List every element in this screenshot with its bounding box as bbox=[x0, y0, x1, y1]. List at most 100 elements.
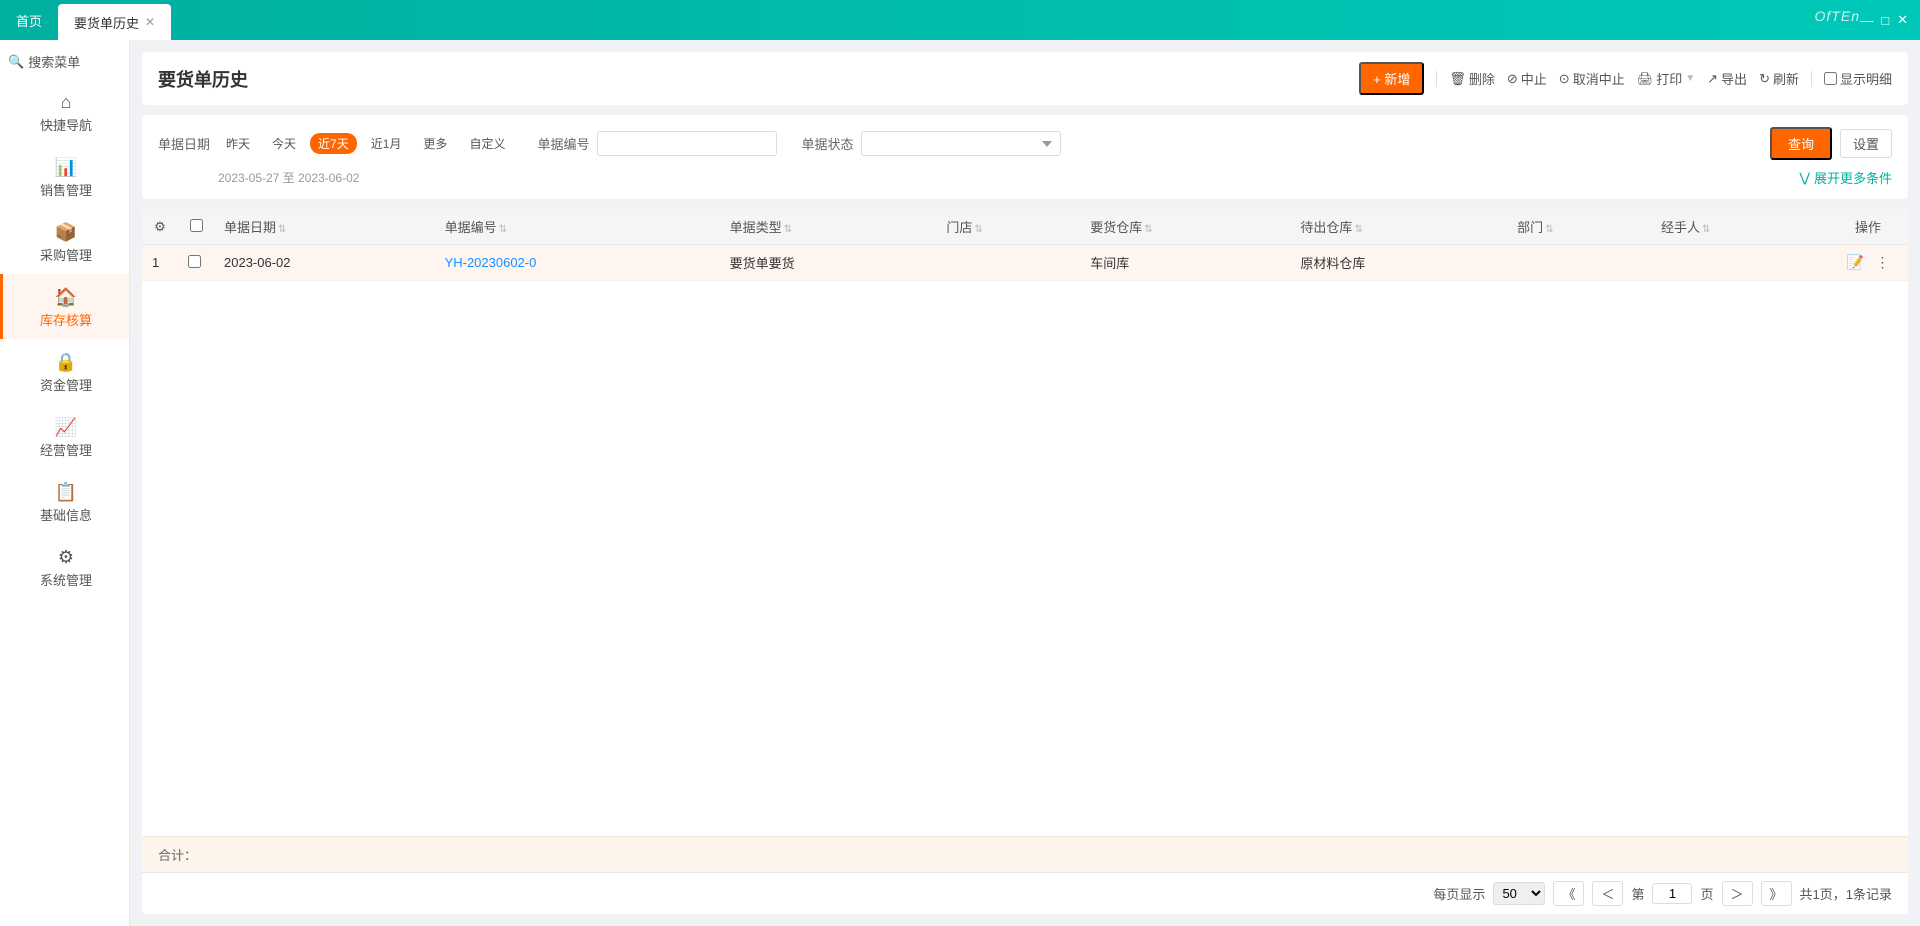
row-date: 2023-06-02 bbox=[214, 245, 435, 281]
th-settings[interactable]: ⚙ bbox=[142, 209, 178, 245]
row-type: 要货单要货 bbox=[720, 245, 937, 281]
sidebar-item-label: 库存核算 bbox=[40, 310, 92, 329]
print-chevron-icon: ▼ bbox=[1685, 73, 1695, 84]
print-button[interactable]: 🖨 打印 ▼ bbox=[1637, 69, 1695, 88]
row-more-icon[interactable]: ⋮ bbox=[1872, 252, 1894, 272]
operation-icon: 📈 bbox=[55, 418, 77, 436]
date-btn-today[interactable]: 今天 bbox=[264, 133, 304, 154]
filter-row-2: 2023-05-27 至 2023-06-02 ⋁ 展开更多条件 bbox=[158, 168, 1892, 187]
new-button[interactable]: + 新增 bbox=[1359, 62, 1424, 95]
row-warehouse: 车间库 bbox=[1080, 245, 1290, 281]
th-date[interactable]: 单据日期⇅ bbox=[214, 209, 435, 245]
stop-button[interactable]: ⊘ 中止 bbox=[1507, 69, 1547, 88]
sidebar-item-label: 快捷导航 bbox=[40, 115, 92, 134]
page-number-input[interactable] bbox=[1652, 883, 1692, 904]
row-store bbox=[936, 245, 1080, 281]
expand-more-btn[interactable]: ⋁ 展开更多条件 bbox=[1799, 168, 1892, 187]
th-handler-label: 经手人 bbox=[1661, 220, 1700, 235]
display-detail-checkbox[interactable] bbox=[1824, 72, 1837, 85]
sidebar-item-label: 经营管理 bbox=[40, 440, 92, 459]
date-filter-label: 单据日期 bbox=[158, 134, 210, 153]
table-wrapper: ⚙ 单据日期⇅ 单据编号⇅ 单据类型⇅ 门店⇅ 要货仓库⇅ 待出仓库⇅ 部门⇅ … bbox=[142, 209, 1908, 836]
filter-row-1: 单据日期 昨天 今天 近7天 近1月 更多 自定义 单据编号 bbox=[158, 127, 1892, 160]
date-btn-7days[interactable]: 近7天 bbox=[310, 133, 357, 154]
row-dept bbox=[1507, 245, 1651, 281]
status-select[interactable] bbox=[861, 131, 1061, 156]
date-btn-yesterday[interactable]: 昨天 bbox=[218, 133, 258, 154]
query-button[interactable]: 查询 bbox=[1770, 127, 1832, 160]
filter-status: 单据状态 bbox=[801, 131, 1061, 156]
sidebar-item-system[interactable]: ⚙ 系统管理 bbox=[0, 534, 129, 599]
date-btn-more[interactable]: 更多 bbox=[415, 133, 455, 154]
sidebar-item-label: 系统管理 bbox=[40, 570, 92, 589]
row-edit-icon[interactable]: 📝 bbox=[1842, 252, 1867, 272]
divider bbox=[1436, 71, 1437, 87]
sidebar: 🔍 搜索菜单 ⌂ 快捷导航 📊 销售管理 📦 采购管理 🏠 库存核算 🔒 资金管… bbox=[0, 40, 130, 926]
sidebar-item-purchase[interactable]: 📦 采购管理 bbox=[0, 209, 129, 274]
inventory-icon: 🏠 bbox=[55, 288, 77, 306]
stop-icon: ⊘ bbox=[1507, 71, 1518, 87]
next-page-button[interactable]: ＞ bbox=[1722, 881, 1753, 906]
row-no: 1 bbox=[142, 245, 178, 281]
th-dept[interactable]: 部门⇅ bbox=[1507, 209, 1651, 245]
tab-order-history[interactable]: 要货单历史 ✕ bbox=[58, 4, 171, 44]
date-btn-custom[interactable]: 自定义 bbox=[461, 133, 513, 154]
sidebar-item-sales[interactable]: 📊 销售管理 bbox=[0, 144, 129, 209]
system-icon: ⚙ bbox=[58, 548, 74, 566]
total-info: 共1页，1条记录 bbox=[1800, 884, 1892, 903]
sales-icon: 📊 bbox=[55, 158, 77, 176]
page-title: 要货单历史 bbox=[158, 66, 248, 92]
row-order-no[interactable]: YH-20230602-0 bbox=[435, 245, 720, 281]
page-label: 第 bbox=[1631, 884, 1644, 903]
th-checkbox[interactable] bbox=[178, 209, 214, 245]
data-table: ⚙ 单据日期⇅ 单据编号⇅ 单据类型⇅ 门店⇅ 要货仓库⇅ 待出仓库⇅ 部门⇅ … bbox=[142, 209, 1908, 281]
order-no-input[interactable] bbox=[597, 131, 777, 156]
sidebar-search[interactable]: 🔍 搜索菜单 bbox=[0, 40, 129, 79]
close-button[interactable]: ✕ bbox=[1897, 12, 1908, 28]
sidebar-item-quick-nav[interactable]: ⌂ 快捷导航 bbox=[0, 79, 129, 144]
prev-page-button[interactable]: ＜ bbox=[1592, 881, 1623, 906]
select-all-checkbox[interactable] bbox=[190, 219, 203, 232]
tab-close-icon[interactable]: ✕ bbox=[145, 15, 155, 29]
refresh-button[interactable]: ↻ 刷新 bbox=[1759, 69, 1799, 88]
cancel-stop-button[interactable]: ⊙ 取消中止 bbox=[1559, 69, 1625, 88]
maximize-button[interactable]: □ bbox=[1881, 13, 1889, 28]
base-icon: 📋 bbox=[55, 483, 77, 501]
display-detail-button[interactable]: 显示明细 bbox=[1824, 69, 1892, 88]
window-controls: — □ ✕ bbox=[1860, 12, 1920, 28]
row-checkbox[interactable] bbox=[178, 245, 214, 281]
row-select-checkbox[interactable] bbox=[188, 255, 201, 268]
delete-icon: 🗑 bbox=[1449, 71, 1466, 87]
sidebar-item-base[interactable]: 📋 基础信息 bbox=[0, 469, 129, 534]
th-warehouse[interactable]: 要货仓库⇅ bbox=[1080, 209, 1290, 245]
th-type[interactable]: 单据类型⇅ bbox=[720, 209, 937, 245]
sidebar-item-finance[interactable]: 🔒 资金管理 bbox=[0, 339, 129, 404]
content-area: 要货单历史 + 新增 🗑 删除 ⊘ 中止 ⊙ 取消中止 🖨 打 bbox=[130, 40, 1920, 926]
th-type-label: 单据类型 bbox=[730, 220, 782, 235]
th-store[interactable]: 门店⇅ bbox=[936, 209, 1080, 245]
tab-home[interactable]: 首页 bbox=[0, 0, 58, 40]
per-page-select[interactable]: 50 10 20 100 bbox=[1493, 882, 1545, 905]
first-page-button[interactable]: 《 bbox=[1553, 881, 1584, 906]
th-order-no-label: 单据编号 bbox=[445, 220, 497, 235]
sidebar-item-label: 销售管理 bbox=[40, 180, 92, 199]
page-header: 要货单历史 + 新增 🗑 删除 ⊘ 中止 ⊙ 取消中止 🖨 打 bbox=[142, 52, 1908, 105]
th-pending-warehouse[interactable]: 待出仓库⇅ bbox=[1290, 209, 1507, 245]
settings-button[interactable]: 设置 bbox=[1840, 129, 1892, 158]
th-pending-label: 待出仓库 bbox=[1300, 220, 1352, 235]
sidebar-item-label: 采购管理 bbox=[40, 245, 92, 264]
sidebar-item-operation[interactable]: 📈 经营管理 bbox=[0, 404, 129, 469]
date-range-display: 2023-05-27 至 2023-06-02 bbox=[218, 169, 359, 186]
export-button[interactable]: ↗ 导出 bbox=[1707, 69, 1747, 88]
date-quick-select: 昨天 今天 近7天 近1月 更多 自定义 bbox=[218, 133, 513, 154]
sidebar-item-inventory[interactable]: 🏠 库存核算 bbox=[0, 274, 129, 339]
divider2 bbox=[1811, 71, 1812, 87]
minimize-button[interactable]: — bbox=[1860, 13, 1873, 28]
order-no-link[interactable]: YH-20230602-0 bbox=[445, 255, 537, 270]
th-order-no[interactable]: 单据编号⇅ bbox=[435, 209, 720, 245]
date-btn-1month[interactable]: 近1月 bbox=[363, 133, 410, 154]
delete-button[interactable]: 🗑 删除 bbox=[1449, 69, 1495, 88]
last-page-button[interactable]: 》 bbox=[1761, 881, 1792, 906]
th-handler[interactable]: 经手人⇅ bbox=[1651, 209, 1828, 245]
refresh-icon: ↻ bbox=[1759, 71, 1770, 87]
